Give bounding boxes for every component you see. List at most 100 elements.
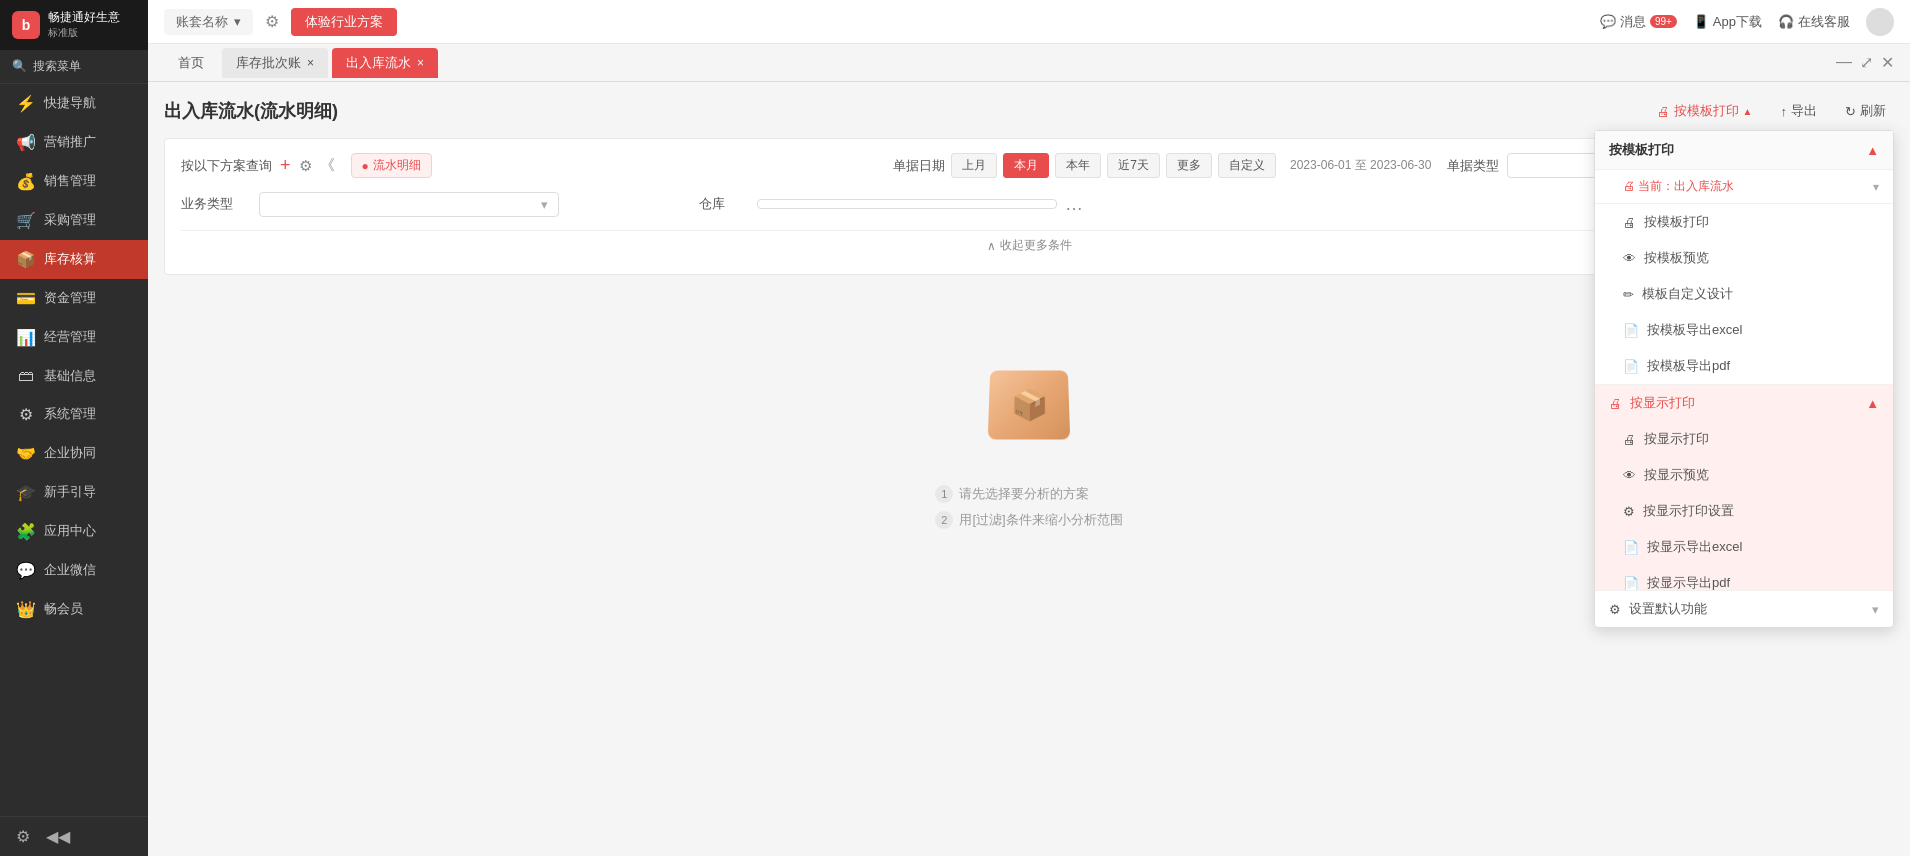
filter-date-group: 单据日期 上月 本月 本年 近7天 更多 自定义 2023-06-01 至 20…: [893, 153, 1431, 178]
sidebar-item-system[interactable]: ⚙系统管理: [0, 395, 148, 434]
industry-solution-button[interactable]: 体验行业方案: [291, 8, 397, 36]
dropdown-header: 按模板打印 ▲: [1595, 131, 1893, 170]
gear-scheme-icon[interactable]: ⚙: [299, 157, 312, 175]
phone-icon: 📱: [1693, 14, 1709, 29]
printer-icon-d: 🖨: [1623, 432, 1636, 447]
export-icon: ↑: [1781, 104, 1788, 119]
tab-controls: — ⤢ ✕: [1836, 53, 1894, 72]
expand-icon[interactable]: ⤢: [1860, 53, 1873, 72]
dropdown-scroll: 🖨 当前：出入库流水 ▾ 🖨 按模板打印 👁 按模板预览: [1595, 170, 1893, 590]
nav-label-basic: 基础信息: [44, 367, 96, 385]
display-print-settings-item[interactable]: ⚙ 按显示打印设置: [1595, 493, 1893, 529]
sidebar-item-member[interactable]: 👑 畅会员: [0, 590, 148, 629]
biz-type-selector[interactable]: ▾: [259, 192, 559, 217]
topbar-right: 💬 消息 99+ 📱 App下载 🎧 在线客服: [1600, 8, 1894, 36]
nav-label-finance: 资金管理: [44, 289, 96, 307]
tab-stock-flow[interactable]: 出入库流水 ×: [332, 48, 438, 78]
account-switcher[interactable]: 账套名称 ▾: [164, 9, 253, 35]
display-export-pdf-item[interactable]: 📄 按显示导出pdf: [1595, 565, 1893, 590]
collapse-scheme-icon[interactable]: 《: [320, 156, 335, 175]
company-name: 畅捷通好生意: [48, 10, 120, 26]
display-print-group-header[interactable]: 🖨 按显示打印 ▲: [1595, 385, 1893, 421]
template-preview-item[interactable]: 👁 按模板预览: [1595, 240, 1893, 276]
current-value: 当前：出入库流水: [1638, 179, 1734, 193]
nav-label-member: 畅会员: [44, 600, 83, 618]
sidebar-item-apps[interactable]: 🧩应用中心: [0, 512, 148, 551]
tab-stock-flow-close[interactable]: ×: [417, 56, 424, 70]
message-button[interactable]: 💬 消息 99+: [1600, 13, 1677, 31]
display-preview-item[interactable]: 👁 按显示预览: [1595, 457, 1893, 493]
export-button[interactable]: ↑ 导出: [1773, 98, 1826, 124]
template-print-item[interactable]: 🖨 按模板打印: [1595, 204, 1893, 240]
sidebar-item-basic[interactable]: 🗃基础信息: [0, 357, 148, 395]
pill-more[interactable]: 更多: [1166, 153, 1212, 178]
hint-number-2: 2: [935, 511, 953, 529]
nav-icon-collab: 🤝: [16, 444, 36, 463]
tab-inventory-batch[interactable]: 库存批次账 ×: [222, 48, 328, 78]
minimize-icon[interactable]: —: [1836, 53, 1852, 72]
sidebar-item-operations[interactable]: 📊经营管理: [0, 318, 148, 357]
dropdown-chevron-icon[interactable]: ▲: [1866, 143, 1879, 158]
settings-icon[interactable]: ⚙: [16, 827, 30, 846]
message-badge: 99+: [1650, 15, 1677, 28]
sidebar-item-purchase[interactable]: 🛒采购管理: [0, 201, 148, 240]
sidebar-item-finance[interactable]: 💳资金管理: [0, 279, 148, 318]
date-range-display: 2023-06-01 至 2023-06-30: [1290, 157, 1431, 174]
sidebar-item-sales[interactable]: 💰销售管理: [0, 162, 148, 201]
chevron-up-active-icon: ▲: [1866, 396, 1879, 411]
pill-last-7-days[interactable]: 近7天: [1107, 153, 1160, 178]
pill-custom[interactable]: 自定义: [1218, 153, 1276, 178]
pill-this-month[interactable]: 本月: [1003, 153, 1049, 178]
online-service-label: 在线客服: [1798, 13, 1850, 31]
template-print-button[interactable]: 🖨 按模板打印 ▲: [1649, 98, 1761, 124]
nav-icon-sales: 💰: [16, 172, 36, 191]
sidebar-item-inventory[interactable]: 📦库存核算: [0, 240, 148, 279]
close-window-icon[interactable]: ✕: [1881, 53, 1894, 72]
display-export-excel-item[interactable]: 📄 按显示导出excel: [1595, 529, 1893, 565]
hint-2: 2 用[过滤]条件来缩小分析范围: [935, 511, 1122, 529]
edit-icon: ✏: [1623, 287, 1634, 302]
sidebar-item-guide[interactable]: 🎓新手引导: [0, 473, 148, 512]
sidebar-item-wechat[interactable]: 💬企业微信: [0, 551, 148, 590]
warehouse-selector[interactable]: [757, 199, 1057, 209]
template-custom-design-item[interactable]: ✏ 模板自定义设计: [1595, 276, 1893, 312]
sidebar-item-quicknav[interactable]: ⚡快捷导航: [0, 84, 148, 123]
nav-icon-marketing: 📢: [16, 133, 36, 152]
refresh-button[interactable]: ↻ 刷新: [1837, 98, 1894, 124]
template-export-excel-item[interactable]: 📄 按模板导出excel: [1595, 312, 1893, 348]
active-scheme-tag[interactable]: ● 流水明细: [351, 153, 432, 178]
display-print-item[interactable]: 🖨 按显示打印: [1595, 421, 1893, 457]
settings-icon-d: ⚙: [1623, 504, 1635, 519]
set-default-button[interactable]: ⚙ 设置默认功能 ▾: [1595, 590, 1893, 627]
print-dropdown-panel: 按模板打印 ▲ 🖨 当前：出入库流水 ▾ �: [1594, 130, 1894, 628]
pill-this-year[interactable]: 本年: [1055, 153, 1101, 178]
app-download-button[interactable]: 📱 App下载: [1693, 13, 1762, 31]
logo-area: b 畅捷通好生意 标准版: [0, 0, 148, 50]
date-label: 单据日期: [893, 157, 945, 175]
tab-inventory-batch-close[interactable]: ×: [307, 56, 314, 70]
user-avatar[interactable]: [1866, 8, 1894, 36]
nav-icon-member: 👑: [16, 600, 36, 619]
scheme-tag-label: 流水明细: [373, 157, 421, 174]
nav-label-apps: 应用中心: [44, 522, 96, 540]
chevron-down-footer-icon: ▾: [1872, 602, 1879, 617]
hint-1: 1 请先选择要分析的方案: [935, 485, 1122, 503]
tab-home[interactable]: 首页: [164, 48, 218, 78]
scheme-dot: ●: [362, 159, 369, 173]
collapse-icon[interactable]: ◀◀: [46, 827, 70, 846]
scheme-selector: 按以下方案查询 + ⚙ 《: [181, 155, 335, 176]
search-icon: 🔍: [12, 59, 27, 73]
nav-label-marketing: 营销推广: [44, 133, 96, 151]
tab-bar: 首页 库存批次账 × 出入库流水 × — ⤢ ✕: [148, 44, 1910, 82]
online-service-button[interactable]: 🎧 在线客服: [1778, 13, 1850, 31]
warehouse-more-icon[interactable]: …: [1065, 194, 1083, 215]
search-menu[interactable]: 🔍 搜索菜单: [0, 50, 148, 84]
edition-label: 标准版: [48, 26, 120, 40]
settings-gear-icon[interactable]: ⚙: [265, 12, 279, 31]
sidebar-item-collab[interactable]: 🤝企业协同: [0, 434, 148, 473]
pill-last-month[interactable]: 上月: [951, 153, 997, 178]
sidebar-item-marketing[interactable]: 📢 营销推广: [0, 123, 148, 162]
printer-icon: 🖨: [1657, 104, 1670, 119]
template-export-pdf-item[interactable]: 📄 按模板导出pdf: [1595, 348, 1893, 384]
add-scheme-icon[interactable]: +: [280, 155, 291, 176]
